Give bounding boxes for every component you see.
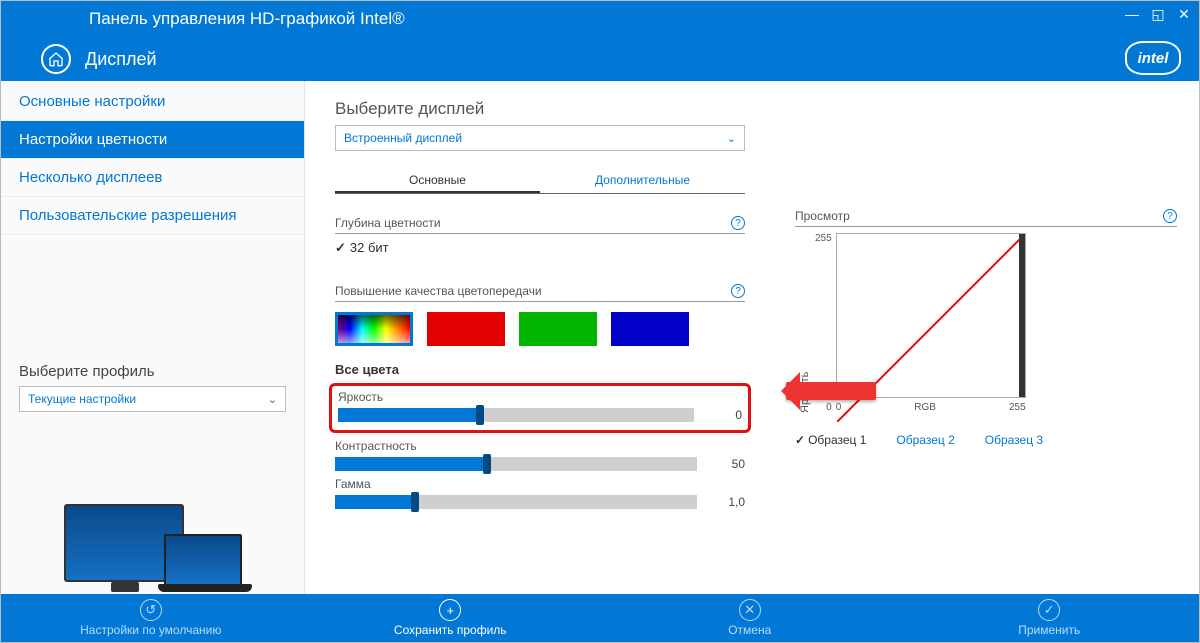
footer-label: Сохранить профиль xyxy=(394,623,507,637)
contrast-block: Контрастность 50 xyxy=(335,439,745,471)
brightness-block: Яркость 0 xyxy=(329,383,751,433)
chevron-down-icon: ⌄ xyxy=(268,393,277,406)
color-enhance-row: Повышение качества цветопередачи ? xyxy=(335,284,745,302)
contrast-value: 50 xyxy=(711,457,745,471)
contrast-slider[interactable] xyxy=(335,457,697,471)
chevron-down-icon: ⌄ xyxy=(727,132,736,145)
defaults-button[interactable]: ↺ Настройки по умолчанию xyxy=(71,599,231,637)
section-title: Дисплей xyxy=(85,49,157,70)
brightness-label: Яркость xyxy=(338,390,742,404)
y-tick-max: 255 xyxy=(815,233,832,244)
apply-button[interactable]: ✓ Применить xyxy=(969,599,1129,637)
swatch-blue[interactable] xyxy=(611,312,689,346)
window-title: Панель управления HD-графикой Intel® xyxy=(89,9,405,29)
tab-label: Дополнительные xyxy=(595,173,690,187)
y-axis-label: Яркость xyxy=(795,233,815,413)
sample-label: Образец 3 xyxy=(985,433,1043,447)
plus-icon: + xyxy=(439,599,461,621)
color-depth-label: Глубина цветности xyxy=(335,216,441,230)
sidebar-item-label: Настройки цветности xyxy=(19,131,167,148)
y-tick-min: 0 xyxy=(815,402,832,413)
tab-advanced[interactable]: Дополнительные xyxy=(540,167,745,193)
profile-value: Текущие настройки xyxy=(28,392,136,406)
home-button[interactable] xyxy=(41,44,71,74)
chart-end-bar xyxy=(1019,234,1025,397)
sample-label: Образец 1 xyxy=(808,433,866,447)
info-icon[interactable]: ? xyxy=(731,216,745,230)
swatch-green[interactable] xyxy=(519,312,597,346)
sample-label: Образец 2 xyxy=(896,433,954,447)
info-icon[interactable]: ? xyxy=(1163,209,1177,223)
check-icon: ✓ xyxy=(1038,599,1060,621)
gamma-block: Гамма 1,0 xyxy=(335,477,745,509)
sample-2[interactable]: Образец 2 xyxy=(896,433,954,447)
sidebar-nav: Основные настройки Настройки цветности Н… xyxy=(1,81,304,235)
sidebar-item-label: Несколько дисплеев xyxy=(19,169,162,186)
all-colors-title: Все цвета xyxy=(335,362,765,377)
sample-3[interactable]: Образец 3 xyxy=(985,433,1043,447)
maximize-icon[interactable]: ◱ xyxy=(1149,5,1167,23)
sample-links: Образец 1 Образец 2 Образец 3 xyxy=(795,433,1177,447)
preview-title: Просмотр xyxy=(795,209,850,223)
settings-tabs: Основные Дополнительные xyxy=(335,167,745,194)
close-icon[interactable]: ✕ xyxy=(1175,5,1193,23)
footer-label: Настройки по умолчанию xyxy=(80,623,221,637)
gamma-slider[interactable] xyxy=(335,495,697,509)
display-select[interactable]: Встроенный дисплей ⌄ xyxy=(335,125,745,151)
laptop-icon xyxy=(164,534,242,586)
main-panel: Выберите дисплей Встроенный дисплей ⌄ Ос… xyxy=(305,81,1199,594)
preview-title-row: Просмотр ? xyxy=(795,209,1177,227)
minimize-icon[interactable]: — xyxy=(1123,5,1141,23)
profile-select[interactable]: Текущие настройки ⌄ xyxy=(19,386,286,412)
info-icon[interactable]: ? xyxy=(731,284,745,298)
titlebar: Панель управления HD-графикой Intel® — ◱… xyxy=(1,1,1199,37)
swatch-red[interactable] xyxy=(427,312,505,346)
intel-logo: intel xyxy=(1125,41,1181,75)
profile-block: Выберите профиль Текущие настройки ⌄ xyxy=(1,363,304,412)
color-enhance-label: Повышение качества цветопередачи xyxy=(335,284,542,298)
sidebar-item-custom-res[interactable]: Пользовательские разрешения xyxy=(1,197,304,235)
cancel-button[interactable]: ✕ Отмена xyxy=(670,599,830,637)
preview-chart: Яркость 255 0 0 RGB 255 xyxy=(795,233,1177,413)
sidebar-item-color[interactable]: Настройки цветности xyxy=(1,121,304,159)
gamma-label: Гамма xyxy=(335,477,745,491)
cancel-icon: ✕ xyxy=(739,599,761,621)
chart-box xyxy=(836,233,1026,398)
tab-label: Основные xyxy=(409,173,466,187)
header: Дисплей intel xyxy=(1,37,1199,81)
save-profile-button[interactable]: + Сохранить профиль xyxy=(370,599,530,637)
sidebar: Основные настройки Настройки цветности Н… xyxy=(1,81,305,594)
tab-basic[interactable]: Основные xyxy=(335,167,540,193)
sample-1[interactable]: Образец 1 xyxy=(795,433,866,447)
color-swatches xyxy=(335,312,765,346)
sidebar-item-basic[interactable]: Основные настройки xyxy=(1,83,304,121)
color-depth-row: Глубина цветности ? xyxy=(335,216,745,234)
footer-label: Отмена xyxy=(728,623,771,637)
footer-bar: ↺ Настройки по умолчанию + Сохранить про… xyxy=(1,594,1199,642)
brightness-value: 0 xyxy=(708,408,742,422)
color-depth-value: 32 бит xyxy=(335,240,765,256)
gamma-value: 1,0 xyxy=(711,495,745,509)
swatch-all-colors[interactable] xyxy=(335,312,413,346)
y-ticks: 255 0 xyxy=(815,233,836,413)
profile-label: Выберите профиль xyxy=(19,363,286,380)
display-select-value: Встроенный дисплей xyxy=(344,131,462,145)
contrast-label: Контрастность xyxy=(335,439,745,453)
window-controls: — ◱ ✕ xyxy=(1123,5,1193,23)
device-illustration xyxy=(1,472,304,582)
undo-icon: ↺ xyxy=(140,599,162,621)
footer-label: Применить xyxy=(1018,623,1080,637)
sidebar-item-multidisplay[interactable]: Несколько дисплеев xyxy=(1,159,304,197)
select-display-heading: Выберите дисплей xyxy=(335,99,765,119)
sidebar-item-label: Основные настройки xyxy=(19,93,165,110)
sidebar-item-label: Пользовательские разрешения xyxy=(19,207,237,224)
brightness-slider[interactable] xyxy=(338,408,694,422)
